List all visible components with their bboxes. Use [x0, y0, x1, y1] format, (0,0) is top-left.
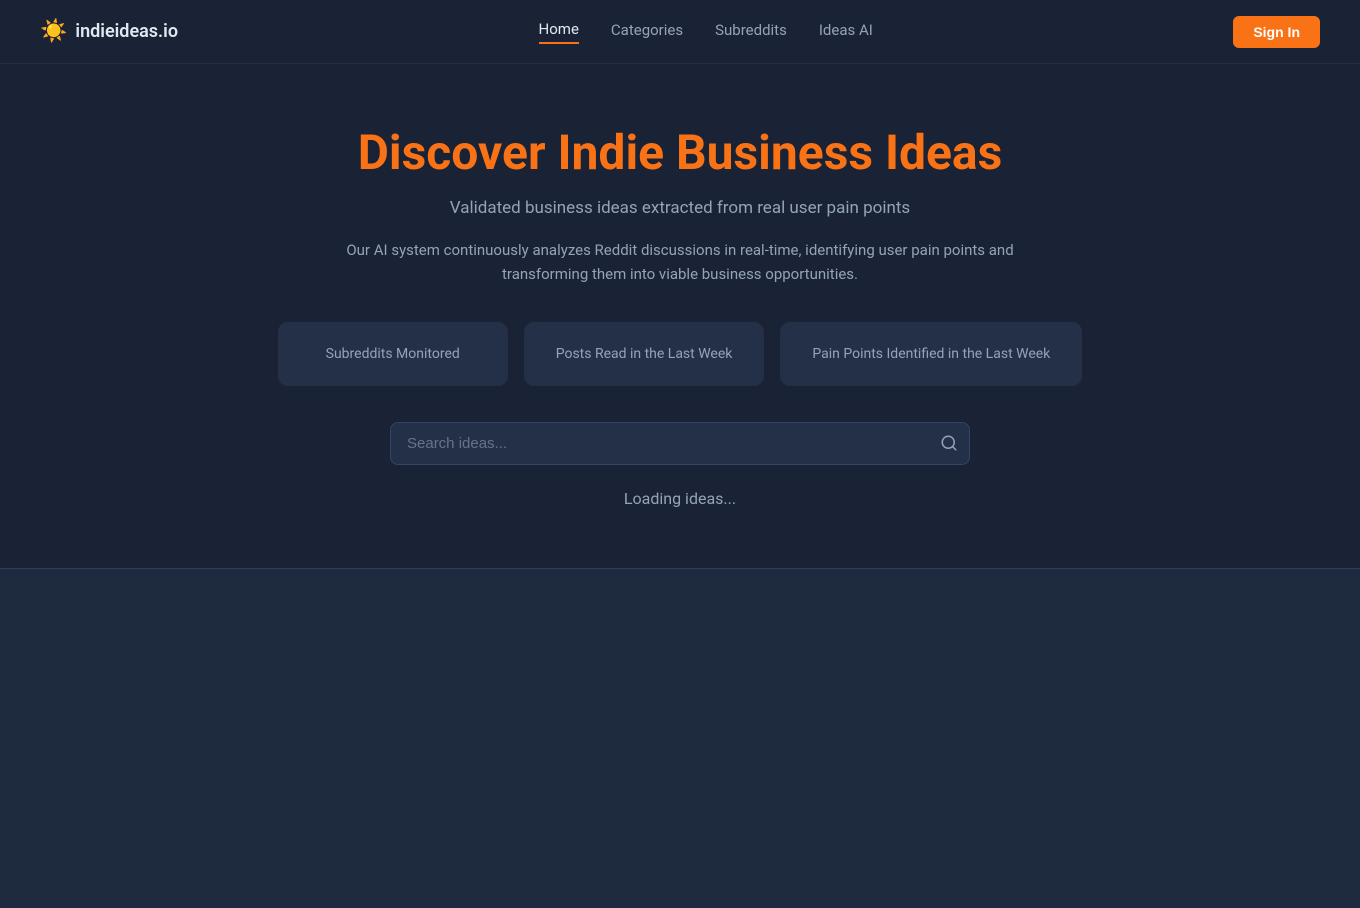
logo-icon: ☀️	[40, 19, 67, 44]
hero-section: Discover Indie Business Ideas Validated …	[0, 64, 1360, 568]
nav-link-subreddits[interactable]: Subreddits	[715, 21, 787, 43]
logo[interactable]: ☀️ indieideas.io	[40, 19, 178, 44]
sign-in-button[interactable]: Sign In	[1233, 16, 1320, 48]
nav-links: Home Categories Subreddits Ideas AI	[539, 20, 873, 44]
hero-subtitle: Validated business ideas extracted from …	[40, 198, 1320, 218]
stats-row: Subreddits Monitored Posts Read in the L…	[40, 322, 1320, 386]
search-input[interactable]	[390, 422, 970, 465]
nav-right: Sign In	[1233, 16, 1320, 48]
nav-link-categories[interactable]: Categories	[611, 21, 683, 43]
navbar: ☀️ indieideas.io Home Categories Subredd…	[0, 0, 1360, 64]
hero-title: Discover Indie Business Ideas	[40, 124, 1320, 182]
hero-description: Our AI system continuously analyzes Redd…	[340, 238, 1020, 286]
search-button[interactable]	[940, 434, 958, 452]
search-container	[40, 422, 1320, 465]
nav-link-ideas-ai[interactable]: Ideas AI	[819, 21, 873, 43]
loading-text: Loading ideas...	[40, 489, 1320, 508]
stat-label-pain-points: Pain Points Identified in the Last Week	[812, 346, 1050, 362]
search-icon	[940, 434, 958, 452]
search-wrapper	[390, 422, 970, 465]
nav-link-home[interactable]: Home	[539, 20, 579, 44]
stat-card-pain-points: Pain Points Identified in the Last Week	[780, 322, 1082, 386]
stat-label-subreddits: Subreddits Monitored	[310, 346, 476, 362]
stat-card-subreddits: Subreddits Monitored	[278, 322, 508, 386]
logo-text: indieideas.io	[75, 21, 178, 42]
bottom-section	[0, 568, 1360, 908]
stat-card-posts: Posts Read in the Last Week	[524, 322, 765, 386]
stat-label-posts: Posts Read in the Last Week	[556, 346, 733, 362]
